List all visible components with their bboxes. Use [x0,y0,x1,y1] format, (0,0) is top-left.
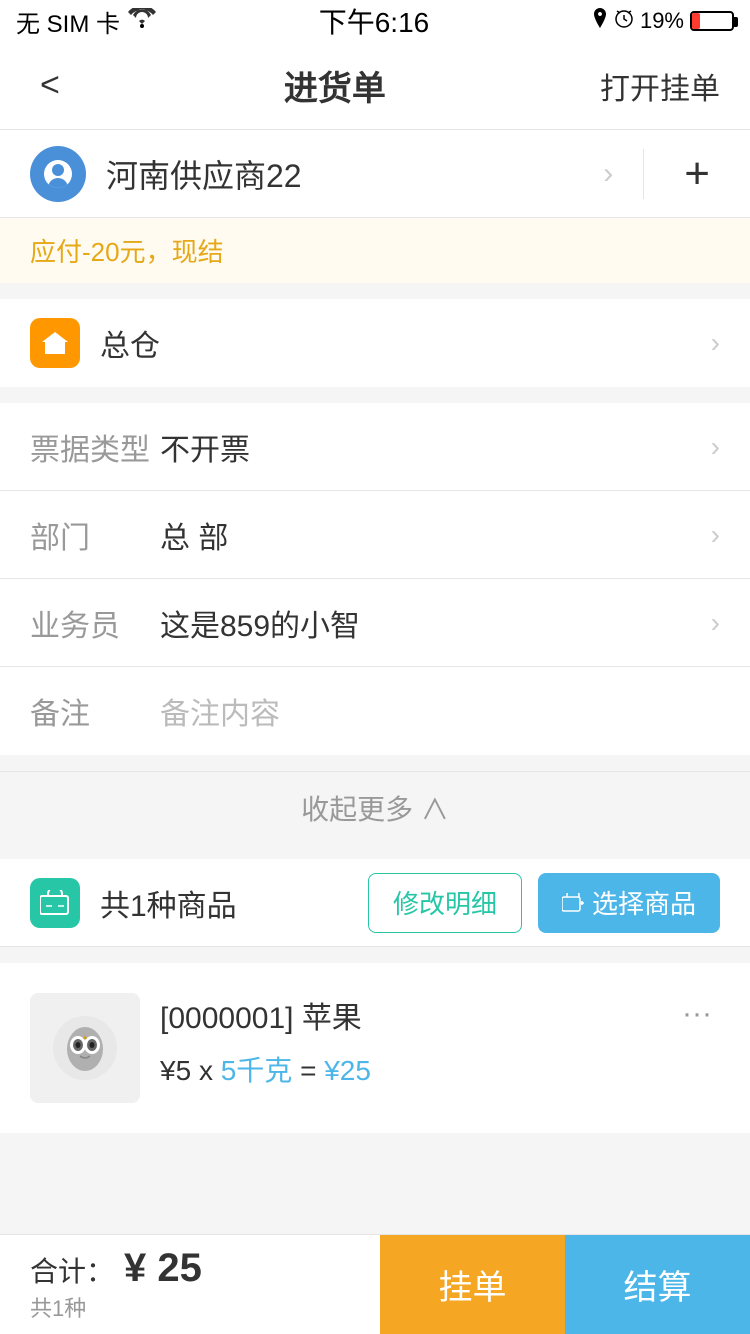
battery-text: 19% [640,8,684,34]
products-count: 共1种商品 [100,881,368,925]
dept-row[interactable]: 部门 总 部 › [0,491,750,579]
supplier-section: 河南供应商22 › + 应付-20元，现结 [0,130,750,283]
select-product-button[interactable]: 选择商品 [538,873,720,933]
total-text: 合计： [30,1250,114,1290]
open-hang-button[interactable]: 打开挂单 [600,64,720,108]
products-icon [30,878,80,928]
supplier-avatar [30,146,86,202]
owl-logo-icon [50,1013,120,1083]
unit-price: ¥5 [160,1055,191,1086]
product-qty: 5千克 [221,1055,293,1086]
product-thumbnail [30,993,140,1103]
add-supplier-button[interactable]: + [674,149,720,199]
total-label: 合计： ¥ 25 [30,1246,350,1291]
invoice-value: 不开票 [160,425,711,469]
warehouse-chevron-icon: › [711,327,720,359]
total-count: 共1种 [30,1291,350,1323]
dept-chevron-icon: › [711,519,720,551]
salesperson-label: 业务员 [30,601,160,645]
warehouse-icon [30,318,80,368]
dept-label: 部门 [30,513,160,557]
product-price: ¥5 x 5千克 = ¥25 [160,1049,654,1089]
equals-symbol: = [300,1055,324,1086]
form-section: 票据类型 不开票 › 部门 总 部 › 业务员 这是859的小智 › 备注 备注… [0,403,750,755]
product-title: 苹果 [302,1002,362,1035]
total-section: 合计： ¥ 25 共1种 [0,1235,380,1334]
status-left: 无 SIM 卡 [16,4,156,39]
nav-bar: < 进货单 打开挂单 [0,42,750,130]
total-amount: ¥ 25 [124,1246,202,1291]
invoice-label: 票据类型 [30,425,160,469]
invoice-chevron-icon: › [711,431,720,463]
edit-detail-button[interactable]: 修改明细 [368,873,522,933]
status-bar: 无 SIM 卡 下午6:16 19% [0,0,750,42]
warehouse-name: 总仓 [100,321,711,365]
salesperson-chevron-icon: › [711,607,720,639]
location-icon [592,8,608,34]
salesperson-row[interactable]: 业务员 这是859的小智 › [0,579,750,667]
note-row[interactable]: 备注 备注内容 [0,667,750,755]
product-name: [0000001] 苹果 [160,993,654,1037]
product-total: ¥25 [324,1055,371,1086]
back-button[interactable]: < [30,56,70,115]
products-header: 共1种商品 修改明细 选择商品 [0,859,750,947]
bottom-bar: 合计： ¥ 25 共1种 挂单 结算 [0,1234,750,1334]
avatar-person-icon [44,160,72,188]
supplier-name: 河南供应商22 [106,151,603,197]
checkout-button[interactable]: 结算 [565,1235,750,1334]
note-input[interactable]: 备注内容 [160,689,720,733]
supplier-chevron-icon: › [603,157,613,191]
notice-bar: 应付-20元，现结 [0,218,750,283]
invoice-row[interactable]: 票据类型 不开票 › [0,403,750,491]
product-more-button[interactable]: ··· [674,993,720,1035]
vertical-divider [643,149,644,199]
collapse-bar[interactable]: 收起更多 ∧ [0,771,750,843]
wifi-icon [128,7,156,35]
alarm-icon [614,8,634,34]
product-code: [0000001] [160,1002,293,1035]
salesperson-value: 这是859的小智 [160,601,711,645]
supplier-row[interactable]: 河南供应商22 › + [0,130,750,218]
products-section: 共1种商品 修改明细 选择商品 [0,859,750,947]
dept-value: 总 部 [160,513,711,557]
collapse-label: 收起更多 ∧ [301,788,449,828]
notice-text: 应付-20元，现结 [30,237,224,267]
hang-button[interactable]: 挂单 [380,1235,565,1334]
multiply-symbol: x [199,1055,221,1086]
battery-icon [690,11,734,31]
product-info: [0000001] 苹果 ¥5 x 5千克 = ¥25 [160,993,654,1089]
house-shape-icon [42,332,68,354]
product-card: [0000001] 苹果 ¥5 x 5千克 = ¥25 ··· [0,963,750,1133]
page-title: 进货单 [284,61,386,110]
note-label: 备注 [30,689,160,733]
status-right: 19% [592,8,734,34]
warehouse-row[interactable]: 总仓 › [0,299,750,387]
warehouse-section: 总仓 › [0,299,750,387]
status-time: 下午6:16 [319,1,430,41]
carrier-text: 无 SIM 卡 [16,4,120,39]
